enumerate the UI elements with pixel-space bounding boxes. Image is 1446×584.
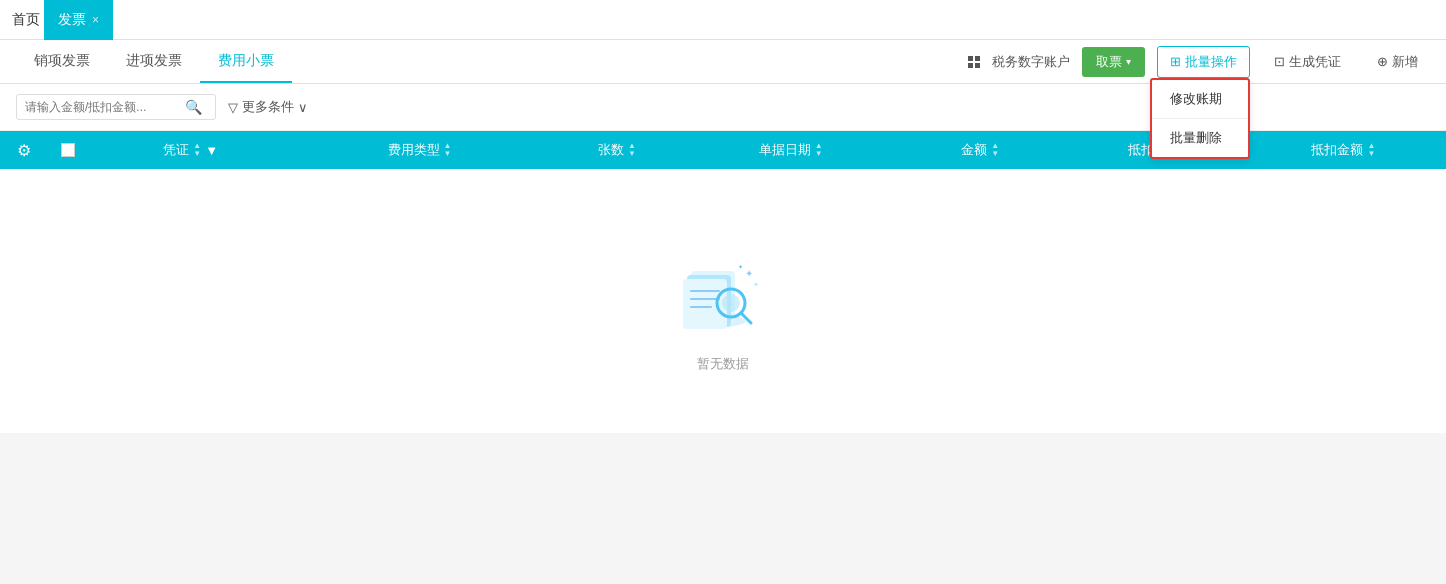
dropdown-item-batch-delete[interactable]: 批量删除 — [1152, 118, 1248, 157]
empty-state: ✦ ✦ ✦ 暂无数据 — [0, 169, 1446, 433]
invoice-tab[interactable]: 发票 × — [44, 0, 113, 40]
filter-icon: ▽ — [228, 100, 238, 115]
qr-icon[interactable] — [968, 56, 980, 68]
batch-ops-button[interactable]: ⊞ 批量操作 — [1157, 46, 1250, 78]
sub-tabs-left: 销项发票 进项发票 费用小票 — [16, 40, 292, 83]
empty-icon: ✦ ✦ ✦ — [673, 249, 773, 339]
svg-text:✦: ✦ — [745, 268, 753, 279]
sub-tabs-bar: 销项发票 进项发票 费用小票 税务数字账户 取票 ▾ ⊞ 批量操作 — [0, 40, 1446, 84]
voucher-sort-icon: ▲▼ — [193, 142, 201, 158]
deduct-sort-icon: ▲▼ — [1367, 142, 1375, 158]
voucher-filter-icon[interactable]: ▼ — [205, 143, 218, 158]
th-amount: 金额 ▲▼ — [893, 131, 1067, 169]
qupiao-button[interactable]: 取票 ▾ — [1082, 47, 1145, 77]
th-voucher: 凭证 ▲▼ ▼ — [88, 131, 293, 169]
batch-ops-container: ⊞ 批量操作 修改账期 批量删除 — [1157, 46, 1250, 78]
th-settings[interactable]: ⚙ — [0, 131, 48, 169]
top-nav: 首页 发票 × — [0, 0, 1446, 40]
type-sort-icon: ▲▼ — [444, 142, 452, 158]
batch-ops-icon: ⊞ — [1170, 54, 1181, 69]
home-link[interactable]: 首页 — [12, 11, 40, 29]
select-all-checkbox[interactable] — [61, 143, 75, 157]
svg-text:✦: ✦ — [753, 281, 759, 288]
close-tab-icon[interactable]: × — [92, 13, 99, 27]
date-sort-icon: ▲▼ — [815, 142, 823, 158]
empty-text: 暂无数据 — [697, 355, 749, 373]
tab-purchase[interactable]: 进项发票 — [108, 40, 200, 83]
batch-ops-dropdown: 修改账期 批量删除 — [1150, 78, 1250, 159]
th-date: 单据日期 ▲▼ — [688, 131, 893, 169]
add-new-button[interactable]: ⊕ 新增 — [1365, 47, 1430, 77]
th-count: 张数 ▲▼ — [546, 131, 688, 169]
tax-account-button[interactable]: 税务数字账户 — [992, 53, 1070, 71]
search-wrap: 🔍 — [16, 94, 216, 120]
count-sort-icon: ▲▼ — [628, 142, 636, 158]
generate-voucher-button[interactable]: ⊡ 生成凭证 — [1262, 47, 1353, 77]
more-conditions-chevron: ∨ — [298, 100, 308, 115]
amount-sort-icon: ▲▼ — [991, 142, 999, 158]
th-checkbox[interactable] — [48, 131, 88, 169]
table-container: ⚙ 凭证 ▲▼ ▼ 费用类型 ▲▼ 张数 ▲▼ 单据日期 ▲▼ 金额 ▲▼ — [0, 131, 1446, 433]
tab-sales[interactable]: 销项发票 — [16, 40, 108, 83]
svg-rect-3 — [683, 279, 727, 329]
settings-icon: ⚙ — [17, 141, 31, 160]
search-input[interactable] — [25, 100, 185, 114]
add-icon: ⊕ — [1377, 54, 1388, 69]
search-button[interactable]: 🔍 — [185, 99, 202, 115]
th-deduct: 抵扣金额 ▲▼ — [1241, 131, 1446, 169]
tab-expense[interactable]: 费用小票 — [200, 40, 292, 83]
sub-tabs-right: 税务数字账户 取票 ▾ ⊞ 批量操作 修改账期 批量删除 ⊡ 生成凭证 ⊕ 新增 — [968, 46, 1430, 78]
svg-text:✦: ✦ — [738, 264, 743, 270]
generate-voucher-icon: ⊡ — [1274, 54, 1285, 69]
qupiao-dropdown-icon: ▾ — [1126, 56, 1131, 67]
more-conditions-toggle[interactable]: ▽ 更多条件 ∨ — [228, 98, 308, 116]
invoice-tab-label: 发票 — [58, 11, 86, 29]
dropdown-item-modify-period[interactable]: 修改账期 — [1152, 80, 1248, 118]
svg-point-8 — [722, 294, 740, 312]
th-type: 费用类型 ▲▼ — [293, 131, 546, 169]
